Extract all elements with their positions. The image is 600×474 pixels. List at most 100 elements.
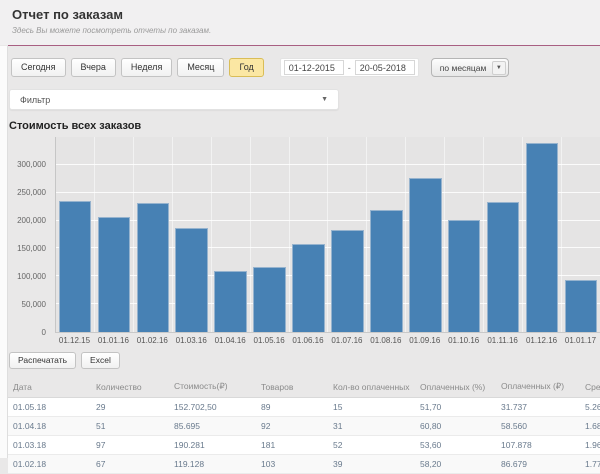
bar-slot [210, 137, 250, 332]
bar-slot [93, 137, 133, 332]
bar-01.10.16 [447, 220, 481, 332]
y-tick-label: 150,000 [17, 244, 46, 253]
date-range-box: - [279, 58, 419, 77]
y-tick-label: 250,000 [17, 188, 46, 197]
x-tick-label: 01.04.16 [214, 336, 246, 345]
x-tick-label: 01.08.16 [370, 336, 402, 345]
table-cell: 86.679 [496, 454, 580, 474]
table-cell: 29 [91, 397, 169, 417]
date-to-input[interactable] [354, 60, 415, 75]
bar-01.08.16 [370, 210, 403, 332]
y-tick-label: 100,000 [17, 272, 46, 281]
x-tick-label: 01.01.16 [97, 336, 129, 345]
table-cell: 60,80 [415, 416, 496, 436]
chart-plot-area [55, 137, 600, 333]
table-cell: 85.695 [169, 416, 256, 436]
table-cell: 58.560 [496, 416, 580, 436]
table-row: 01.04.185185.695923160,8058.5601.680,3 [8, 416, 600, 436]
bar-slot [327, 137, 366, 332]
page-subtitle: Здесь Вы можете посмотреть отчеты по зак… [12, 26, 212, 35]
bar-slot [132, 137, 172, 332]
bar-slot [405, 137, 444, 332]
bar-01.03.16 [175, 228, 209, 332]
y-tick-label: 300,000 [17, 160, 46, 169]
dropdown-caret-icon: ▼ [491, 60, 506, 75]
table-cell: 181 [256, 435, 328, 455]
x-tick-label: 01.02.16 [136, 336, 168, 345]
table-cell: 51 [91, 416, 169, 436]
date-from-input[interactable] [283, 60, 344, 75]
table-cell: 152.702,50 [169, 397, 256, 417]
table-cell: 31 [328, 416, 415, 436]
table-row: 01.03.1897190.2811815253,60107.8781.961,… [8, 435, 600, 455]
table-cell: 01.03.18 [8, 435, 91, 455]
column-header: Стоимость(₽) [169, 377, 256, 398]
table-cell: 1.680,3 [580, 416, 600, 436]
x-tick-label: 01.03.16 [175, 336, 207, 345]
page-title: Отчет по заказам [12, 7, 124, 22]
y-tick-label: 0 [41, 328, 46, 337]
filter-label: Фильтр [20, 94, 51, 105]
range-button-1[interactable]: Вчера [70, 58, 116, 77]
table-cell: 190.281 [169, 435, 256, 455]
column-header: Оплаченных (₽) [496, 377, 580, 398]
print-button[interactable]: Распечатать [9, 352, 77, 369]
table-cell: 89 [256, 397, 328, 417]
bars [56, 137, 600, 332]
x-tick-label: 01.10.16 [448, 336, 480, 345]
column-header: Товаров [256, 377, 328, 398]
date-range-toolbar: СегодняВчераНеделяМесяцГод - по месяцам … [11, 58, 600, 77]
date-range-separator: - [347, 62, 351, 73]
table-cell: 52 [328, 435, 415, 455]
table-row: 01.02.1867119.1281033958,2086.6791.778 [8, 454, 600, 474]
bar-01.09.16 [408, 177, 442, 332]
bar-01.05.16 [253, 267, 286, 332]
y-axis: 0 50,000 100,000 150,000 200,000 250,000 300,0… [8, 137, 52, 337]
table-cell: 01.02.18 [8, 454, 91, 474]
bar-01.11.16 [486, 201, 520, 332]
range-button-0[interactable]: Сегодня [11, 58, 66, 77]
x-tick-label: 01.01.17 [564, 336, 597, 345]
table-cell: 67 [91, 454, 169, 474]
page-header: Отчет по заказам Здесь Вы можете посмотр… [0, 0, 600, 45]
table-row: 01.05.1829152.702,50891551,7031.7375.265… [8, 397, 600, 417]
y-tick-label: 200,000 [17, 216, 46, 225]
x-tick-label: 01.05.16 [253, 336, 285, 345]
table-header-row: Дата Количество Стоимость(₽) Товаров Кол-во … [8, 377, 600, 398]
table-cell: 01.05.18 [8, 397, 91, 417]
bar-01.06.16 [292, 243, 325, 332]
range-button-2[interactable]: Неделя [120, 58, 173, 77]
table-cell: 1.961,7 [580, 435, 600, 455]
chevron-down-icon: ▼ [321, 96, 328, 103]
table-cell: 5.265,6 [580, 397, 600, 417]
group-by-select-value: по месяцам [439, 62, 487, 73]
range-button-3[interactable]: Месяц [177, 58, 225, 77]
range-button-group: Сегодня Вчера Неделя Месяц Год [11, 58, 269, 77]
x-tick-label: 01.09.16 [409, 336, 441, 345]
bar-slot [56, 137, 94, 332]
bar-01.12.16 [525, 143, 559, 332]
bar-01.04.16 [214, 270, 247, 332]
column-header: Средн [580, 377, 600, 398]
orders-report-table: Дата Количество Стоимость(₽) Товаров Кол-во … [8, 377, 600, 474]
table-cell: 39 [328, 454, 415, 474]
excel-button[interactable]: Excel [81, 352, 120, 369]
bar-01.12.15 [58, 201, 92, 332]
filter-dropdown[interactable]: Фильтр ▼ [9, 89, 339, 110]
x-axis: 01.12.15 01.01.16 01.02.16 01.03.16 01.04.16… [55, 333, 600, 345]
bar-01.02.16 [136, 203, 170, 332]
bar-slot [366, 137, 405, 332]
bar-01.07.16 [331, 229, 364, 332]
table-cell: 31.737 [496, 397, 580, 417]
table-cell: 01.04.18 [8, 416, 91, 436]
column-header: Количество [91, 377, 169, 398]
table-cell: 103 [256, 454, 328, 474]
chart-title: Стоимость всех заказов [9, 120, 142, 132]
group-by-select[interactable]: по месяцам ▼ [430, 58, 509, 77]
bar-slot [522, 137, 561, 332]
y-tick-label: 50,000 [21, 300, 46, 309]
x-tick-label: 01.12.15 [58, 336, 91, 345]
table-cell: 119.128 [169, 454, 256, 474]
range-button-4[interactable]: Год [229, 58, 264, 77]
table-cell: 97 [91, 435, 169, 455]
